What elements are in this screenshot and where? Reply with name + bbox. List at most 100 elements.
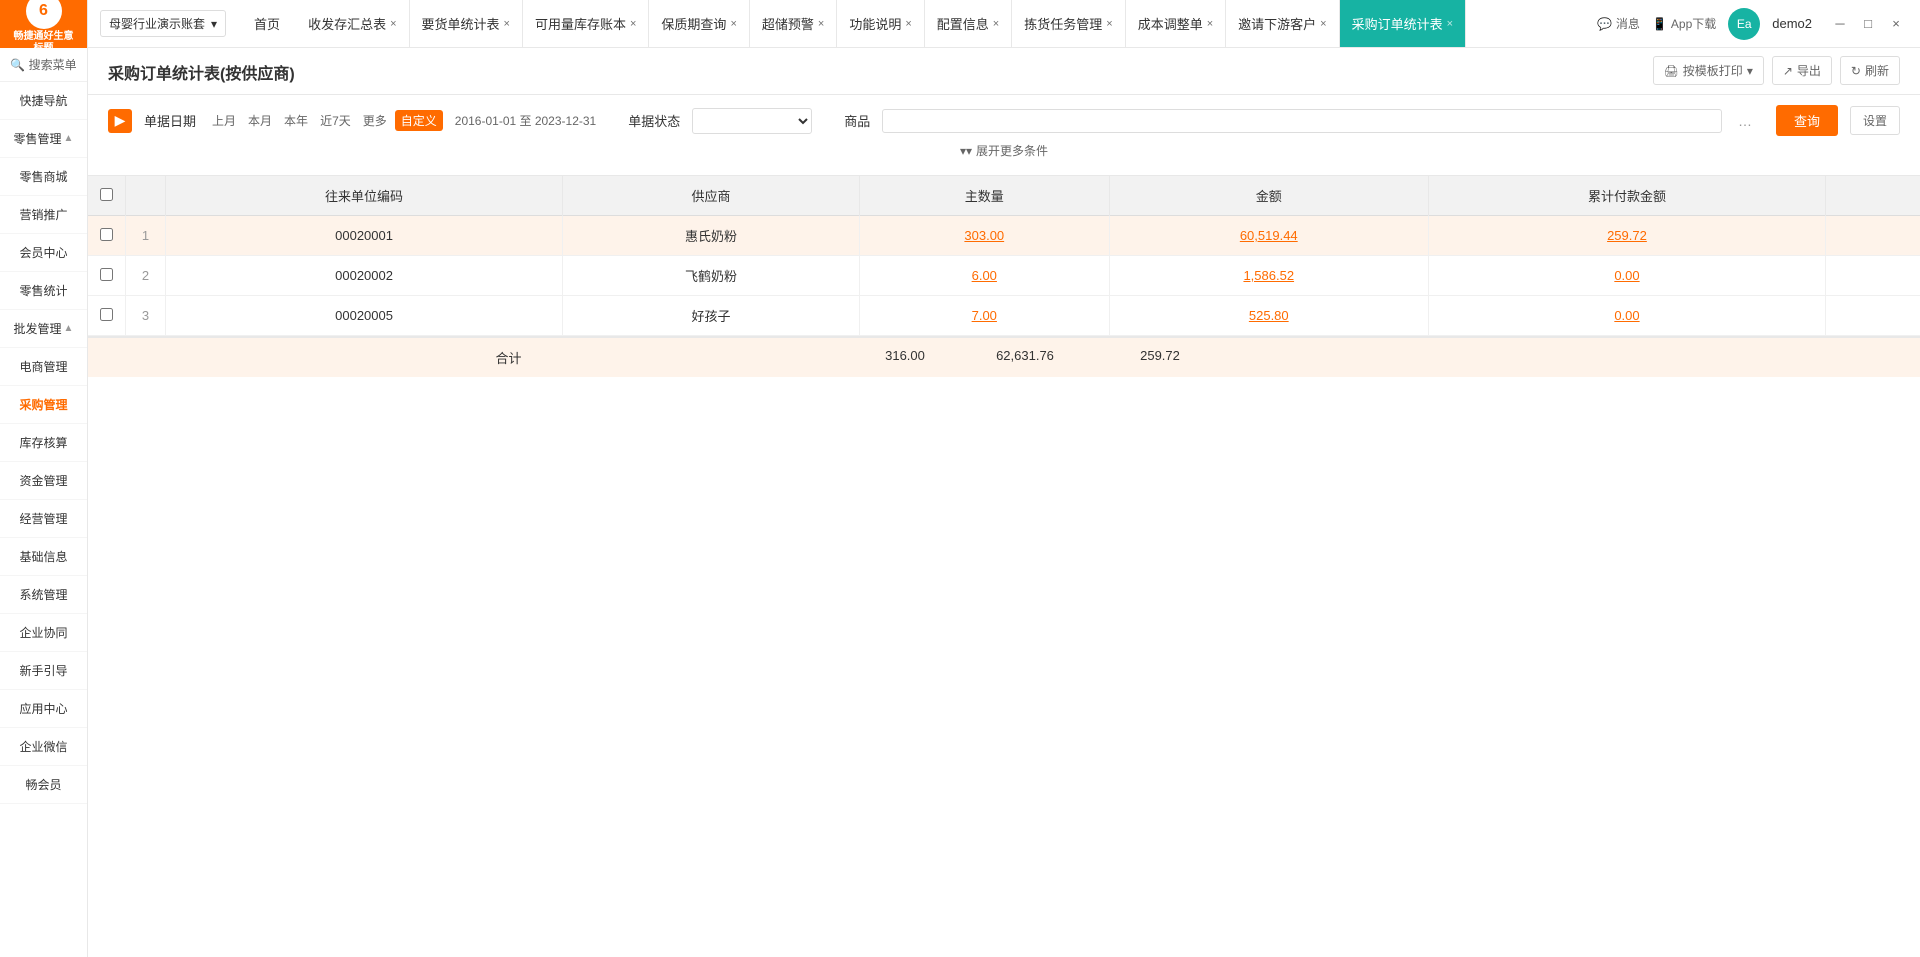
data-table: 往来单位编码 供应商 主数量 金额 累计付款金额 1 00020001 惠氏奶粉… [88, 176, 1920, 336]
more-options-icon[interactable]: … [1734, 113, 1756, 129]
row-quantity[interactable]: 6.00 [859, 256, 1109, 296]
sidebar-item-app-center[interactable]: 应用中心 [0, 690, 87, 728]
row-quantity[interactable]: 303.00 [859, 216, 1109, 256]
sidebar-item-retail-store[interactable]: 零售商城 [0, 158, 87, 196]
date-link-this-month[interactable]: 本月 [244, 110, 276, 131]
sidebar-item-inventory[interactable]: 库存核算 [0, 424, 87, 462]
expand-icon: ▾▾ [960, 144, 972, 158]
select-all-checkbox[interactable] [100, 188, 113, 201]
date-link-last-month[interactable]: 上月 [208, 110, 240, 131]
sidebar-item-retail-management[interactable]: 零售管理 ▲ [0, 120, 87, 158]
sidebar-item-retail-stats[interactable]: 零售统计 [0, 272, 87, 310]
product-input[interactable] [882, 109, 1722, 133]
search-button[interactable]: 查询 [1776, 105, 1838, 136]
window-controls: ─ □ × [1828, 12, 1908, 36]
close-icon-8[interactable]: × [1106, 18, 1112, 30]
settings-button[interactable]: 设置 [1850, 106, 1900, 135]
close-icon-2[interactable]: × [504, 18, 510, 30]
sidebar-item-ecommerce[interactable]: 电商管理 [0, 348, 87, 386]
nav-tab-1[interactable]: 收发存汇总表 × [296, 0, 409, 47]
row-paid[interactable]: 0.00 [1428, 256, 1825, 296]
nav-tab-11[interactable]: 采购订单统计表 × [1340, 0, 1466, 47]
export-button[interactable]: ↗ 导出 [1772, 56, 1832, 85]
sidebar-item-basic-info[interactable]: 基础信息 [0, 538, 87, 576]
row-checkbox[interactable] [100, 268, 113, 281]
row-extra [1826, 256, 1920, 296]
row-code: 00020005 [166, 296, 563, 336]
sidebar-item-member[interactable]: 会员中心 [0, 234, 87, 272]
sidebar-item-enterprise-wechat[interactable]: 企业微信 [0, 728, 87, 766]
row-checkbox-cell[interactable] [88, 216, 126, 256]
sidebar-item-quick-nav[interactable]: 快捷导航 [0, 82, 87, 120]
sidebar-item-wholesale[interactable]: 批发管理 ▲ [0, 310, 87, 348]
row-code: 00020002 [166, 256, 563, 296]
table-container: 往来单位编码 供应商 主数量 金额 累计付款金额 1 00020001 惠氏奶粉… [88, 176, 1920, 957]
nav-tab-4[interactable]: 保质期查询 × [649, 0, 749, 47]
sidebar-search[interactable]: 🔍 搜索菜单 [0, 48, 87, 82]
nav-tab-5[interactable]: 超储预警 × [750, 0, 837, 47]
row-amount[interactable]: 1,586.52 [1109, 256, 1428, 296]
sidebar-item-marketing[interactable]: 营销推广 [0, 196, 87, 234]
close-icon-6[interactable]: × [905, 18, 911, 30]
close-icon-7[interactable]: × [993, 18, 999, 30]
filter-toggle-btn[interactable]: ▶ [108, 109, 132, 133]
maximize-btn[interactable]: □ [1856, 12, 1880, 36]
sidebar-item-system[interactable]: 系统管理 [0, 576, 87, 614]
row-checkbox[interactable] [100, 228, 113, 241]
col-paid: 累计付款金额 [1428, 176, 1825, 216]
row-quantity[interactable]: 7.00 [859, 296, 1109, 336]
sidebar-item-purchase[interactable]: 采购管理 [0, 386, 87, 424]
sidebar-item-operations[interactable]: 经营管理 [0, 500, 87, 538]
close-icon-9[interactable]: × [1207, 18, 1213, 30]
date-link-custom[interactable]: 自定义 [395, 110, 443, 131]
nav-tab-9[interactable]: 成本调整单 × [1126, 0, 1226, 47]
row-amount[interactable]: 60,519.44 [1109, 216, 1428, 256]
user-avatar[interactable]: Ea [1728, 8, 1760, 40]
sidebar-item-member2[interactable]: 畅会员 [0, 766, 87, 804]
close-icon-3[interactable]: × [630, 18, 636, 30]
col-amount: 金额 [1109, 176, 1428, 216]
date-link-more[interactable]: 更多 [359, 110, 391, 131]
sidebar-item-enterprise-coop[interactable]: 企业协同 [0, 614, 87, 652]
export-icon: ↗ [1783, 64, 1793, 78]
close-icon-11[interactable]: × [1447, 18, 1453, 30]
nav-tab-10[interactable]: 邀请下游客户 × [1226, 0, 1339, 47]
row-amount[interactable]: 525.80 [1109, 296, 1428, 336]
row-index: 2 [126, 256, 166, 296]
nav-tab-8[interactable]: 拣货任务管理 × [1012, 0, 1125, 47]
row-checkbox-cell[interactable] [88, 296, 126, 336]
col-checkbox [88, 176, 126, 216]
row-checkbox[interactable] [100, 308, 113, 321]
nav-tab-6[interactable]: 功能说明 × [837, 0, 924, 47]
date-link-this-year[interactable]: 本年 [280, 110, 312, 131]
status-select[interactable] [692, 108, 812, 134]
nav-tab-3[interactable]: 可用量库存账本 × [523, 0, 649, 47]
home-tab[interactable]: 首页 [238, 0, 296, 47]
expand-more-button[interactable]: ▾▾ 展开更多条件 [108, 136, 1900, 165]
row-paid[interactable]: 0.00 [1428, 296, 1825, 336]
app-download-btn[interactable]: 📱 App下载 [1652, 15, 1716, 32]
sidebar-item-finance[interactable]: 资金管理 [0, 462, 87, 500]
close-icon-5[interactable]: × [818, 18, 824, 30]
col-quantity: 主数量 [859, 176, 1109, 216]
row-checkbox-cell[interactable] [88, 256, 126, 296]
date-link-7days[interactable]: 近7天 [316, 110, 355, 131]
table-row: 2 00020002 飞鹤奶粉 6.00 1,586.52 0.00 [88, 256, 1920, 296]
close-icon-1[interactable]: × [390, 18, 396, 30]
date-filter-label: 单据日期 [144, 111, 196, 130]
sidebar-item-new-guide[interactable]: 新手引导 [0, 652, 87, 690]
refresh-button[interactable]: ↻ 刷新 [1840, 56, 1900, 85]
close-icon-4[interactable]: × [730, 18, 736, 30]
row-extra [1826, 296, 1920, 336]
close-icon-10[interactable]: × [1320, 18, 1326, 30]
row-paid[interactable]: 259.72 [1428, 216, 1825, 256]
message-btn[interactable]: 💬 消息 [1597, 15, 1640, 32]
close-btn[interactable]: × [1884, 12, 1908, 36]
col-supplier: 供应商 [563, 176, 860, 216]
print-button[interactable]: 🖨 按模板打印 ▾ [1653, 56, 1764, 85]
nav-tab-2[interactable]: 要货单统计表 × [410, 0, 523, 47]
store-selector[interactable]: 母婴行业演示账套 ▾ [100, 10, 226, 37]
nav-tab-7[interactable]: 配置信息 × [925, 0, 1012, 47]
minimize-btn[interactable]: ─ [1828, 12, 1852, 36]
table-header-row: 往来单位编码 供应商 主数量 金额 累计付款金额 [88, 176, 1920, 216]
